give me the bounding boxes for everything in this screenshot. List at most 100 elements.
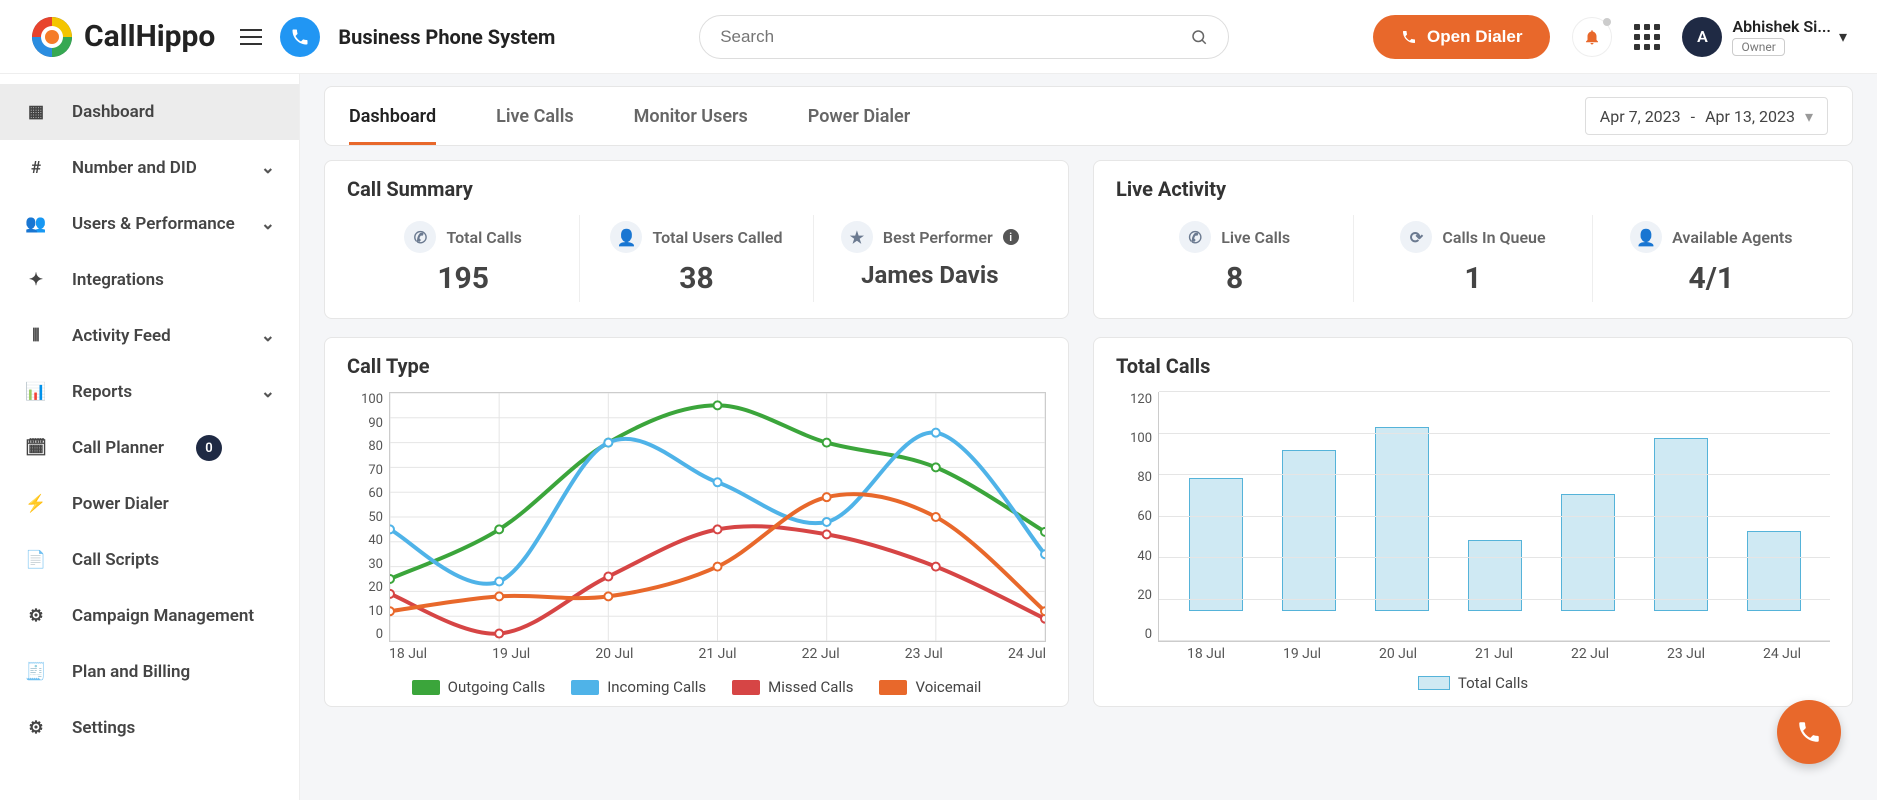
chevron-down-icon: ⌄ <box>261 382 275 402</box>
calendar-icon: 🗓 <box>24 438 48 458</box>
metric-value: 195 <box>437 261 489 296</box>
sidebar-item-call-planner[interactable]: 🗓 Call Planner 0 <box>0 420 299 476</box>
tab-power-dialer[interactable]: Power Dialer <box>808 87 910 145</box>
metric-agents: 👤 Available Agents 4/1 <box>1592 215 1830 302</box>
date-end: Apr 13, 2023 <box>1705 107 1795 126</box>
metric-label: Live Calls <box>1221 228 1290 247</box>
legend-swatch <box>1418 676 1450 690</box>
sidebar-item-activity[interactable]: ⫴Activity Feed⌄ <box>0 308 299 364</box>
metric-best-performer: ★ Best Performer i James Davis <box>813 215 1046 302</box>
open-dialer-label: Open Dialer <box>1427 27 1522 47</box>
notifications-button[interactable] <box>1572 17 1612 57</box>
total-calls-legend: Total Calls <box>1116 674 1830 692</box>
badge: 0 <box>196 435 222 461</box>
phone-icon <box>1796 719 1822 745</box>
sidebar-item-billing[interactable]: 🧾 Plan and Billing <box>0 644 299 700</box>
date-range-picker[interactable]: Apr 7, 2023 - Apr 13, 2023 ▾ <box>1585 97 1828 135</box>
chevron-down-icon: ⌄ <box>261 214 275 234</box>
tabbar: Dashboard Live Calls Monitor Users Power… <box>324 86 1853 146</box>
metric-value: 8 <box>1226 261 1243 296</box>
info-icon[interactable]: i <box>1003 229 1019 245</box>
metric-label: Available Agents <box>1672 228 1792 247</box>
header: CallHippo Business Phone System Open Dia… <box>0 0 1877 74</box>
search-icon <box>1190 28 1208 46</box>
phone-live-icon: ✆ <box>1179 221 1211 253</box>
star-icon: ★ <box>841 221 873 253</box>
sidebar-item-label: Activity Feed <box>72 326 171 346</box>
metric-total-calls: ✆Total Calls 195 <box>347 215 579 302</box>
sidebar-item-integrations[interactable]: ✦Integrations <box>0 252 299 308</box>
sidebar: ▦ Dashboard #Number and DID⌄ 👥Users & Per… <box>0 74 300 800</box>
sidebar-item-power-dialer[interactable]: ⚡ Power Dialer <box>0 476 299 532</box>
tab-dashboard[interactable]: Dashboard <box>349 87 436 145</box>
sidebar-item-number-did[interactable]: #Number and DID⌄ <box>0 140 299 196</box>
open-dialer-button[interactable]: Open Dialer <box>1373 15 1550 59</box>
gear-icon: ⚙ <box>24 718 48 738</box>
integrations-icon: ✦ <box>24 270 48 290</box>
search-input[interactable] <box>720 27 1190 47</box>
metric-users-called: 👤Total Users Called 38 <box>579 215 812 302</box>
call-type-chart-card: Call Type 1009080706050403020100 18 Jul1… <box>324 337 1069 707</box>
metric-value: 4/1 <box>1689 261 1735 296</box>
metric-label: Calls In Queue <box>1442 228 1545 247</box>
phone-circle-icon[interactable] <box>280 17 320 57</box>
person-icon: 👤 <box>610 221 642 253</box>
user-role: Owner <box>1732 38 1784 56</box>
bell-icon <box>1583 28 1601 46</box>
apps-grid-icon[interactable] <box>1634 24 1660 50</box>
total-calls-chart: 120100806040200 18 Jul19 Jul20 Jul21 Jul… <box>1116 392 1830 672</box>
sidebar-item-campaign[interactable]: ⚙Campaign Management <box>0 588 299 644</box>
call-type-title: Call Type <box>347 354 1046 378</box>
legend-label: Total Calls <box>1458 674 1528 692</box>
metric-label: Best Performer <box>883 228 993 247</box>
dashboard-icon: ▦ <box>24 102 48 122</box>
live-activity-card: Live Activity ✆Live Calls 8 ⟳Calls In Qu… <box>1093 160 1853 319</box>
call-type-chart: 1009080706050403020100 18 Jul19 Jul20 Ju… <box>347 392 1046 672</box>
metric-value: 1 <box>1464 261 1481 296</box>
user-name: Abhishek Si... <box>1732 17 1831 36</box>
sidebar-item-reports[interactable]: 📊 Reports ⌄ <box>0 364 299 420</box>
notification-dot <box>1603 18 1611 26</box>
sidebar-item-label: Plan and Billing <box>72 662 190 682</box>
logo-mark-icon <box>30 15 74 59</box>
avatar[interactable]: A <box>1682 17 1722 57</box>
user-menu[interactable]: Abhishek Si... Owner <box>1732 17 1831 56</box>
call-summary-card: Call Summary ✆Total Calls 195 👤 Total Use… <box>324 160 1069 319</box>
sidebar-item-label: Number and DID <box>72 158 197 178</box>
tab-monitor-users[interactable]: Monitor Users <box>634 87 748 145</box>
date-sep: - <box>1691 107 1695 126</box>
people-icon: 👥 <box>24 214 48 234</box>
metric-label: Total Users Called <box>652 228 782 247</box>
agent-icon: 👤 <box>1630 221 1662 253</box>
sidebar-item-label: Power Dialer <box>72 494 169 514</box>
chevron-down-icon: ▾ <box>1805 107 1813 126</box>
total-calls-title: Total Calls <box>1116 354 1830 378</box>
reports-icon: 📊 <box>24 382 48 402</box>
dialer-fab[interactable] <box>1777 700 1841 764</box>
sidebar-item-label: Settings <box>72 718 135 738</box>
sidebar-item-call-scripts[interactable]: 📄Call Scripts <box>0 532 299 588</box>
metric-calls-queue: ⟳ Calls In Queue 1 <box>1353 215 1591 302</box>
page-title: Business Phone System <box>338 25 555 49</box>
search-box[interactable] <box>699 15 1229 59</box>
phone-icon: ✆ <box>404 221 436 253</box>
sidebar-item-dashboard[interactable]: ▦ Dashboard <box>0 84 299 140</box>
metric-value: James Davis <box>861 261 998 289</box>
sidebar-item-label: Reports <box>72 382 132 402</box>
tab-live-calls[interactable]: Live Calls <box>496 87 574 145</box>
brand-logo[interactable]: CallHippo <box>30 15 215 59</box>
menu-toggle-icon[interactable] <box>240 29 262 45</box>
sidebar-item-label: Dashboard <box>72 102 154 122</box>
queue-icon: ⟳ <box>1400 221 1432 253</box>
sidebar-item-settings[interactable]: ⚙ Settings <box>0 700 299 756</box>
brand-name: CallHippo <box>84 19 215 54</box>
date-start: Apr 7, 2023 <box>1600 107 1681 126</box>
sidebar-item-label: Call Planner <box>72 438 164 458</box>
bolt-icon: ⚡ <box>24 494 48 514</box>
activity-icon: ⫴ <box>24 326 48 346</box>
billing-icon: 🧾 <box>24 662 48 682</box>
metric-live-calls: ✆ Live Calls 8 <box>1116 215 1353 302</box>
call-summary-title: Call Summary <box>347 177 1046 201</box>
phone-icon <box>1401 29 1417 45</box>
sidebar-item-users[interactable]: 👥Users & Performance⌄ <box>0 196 299 252</box>
